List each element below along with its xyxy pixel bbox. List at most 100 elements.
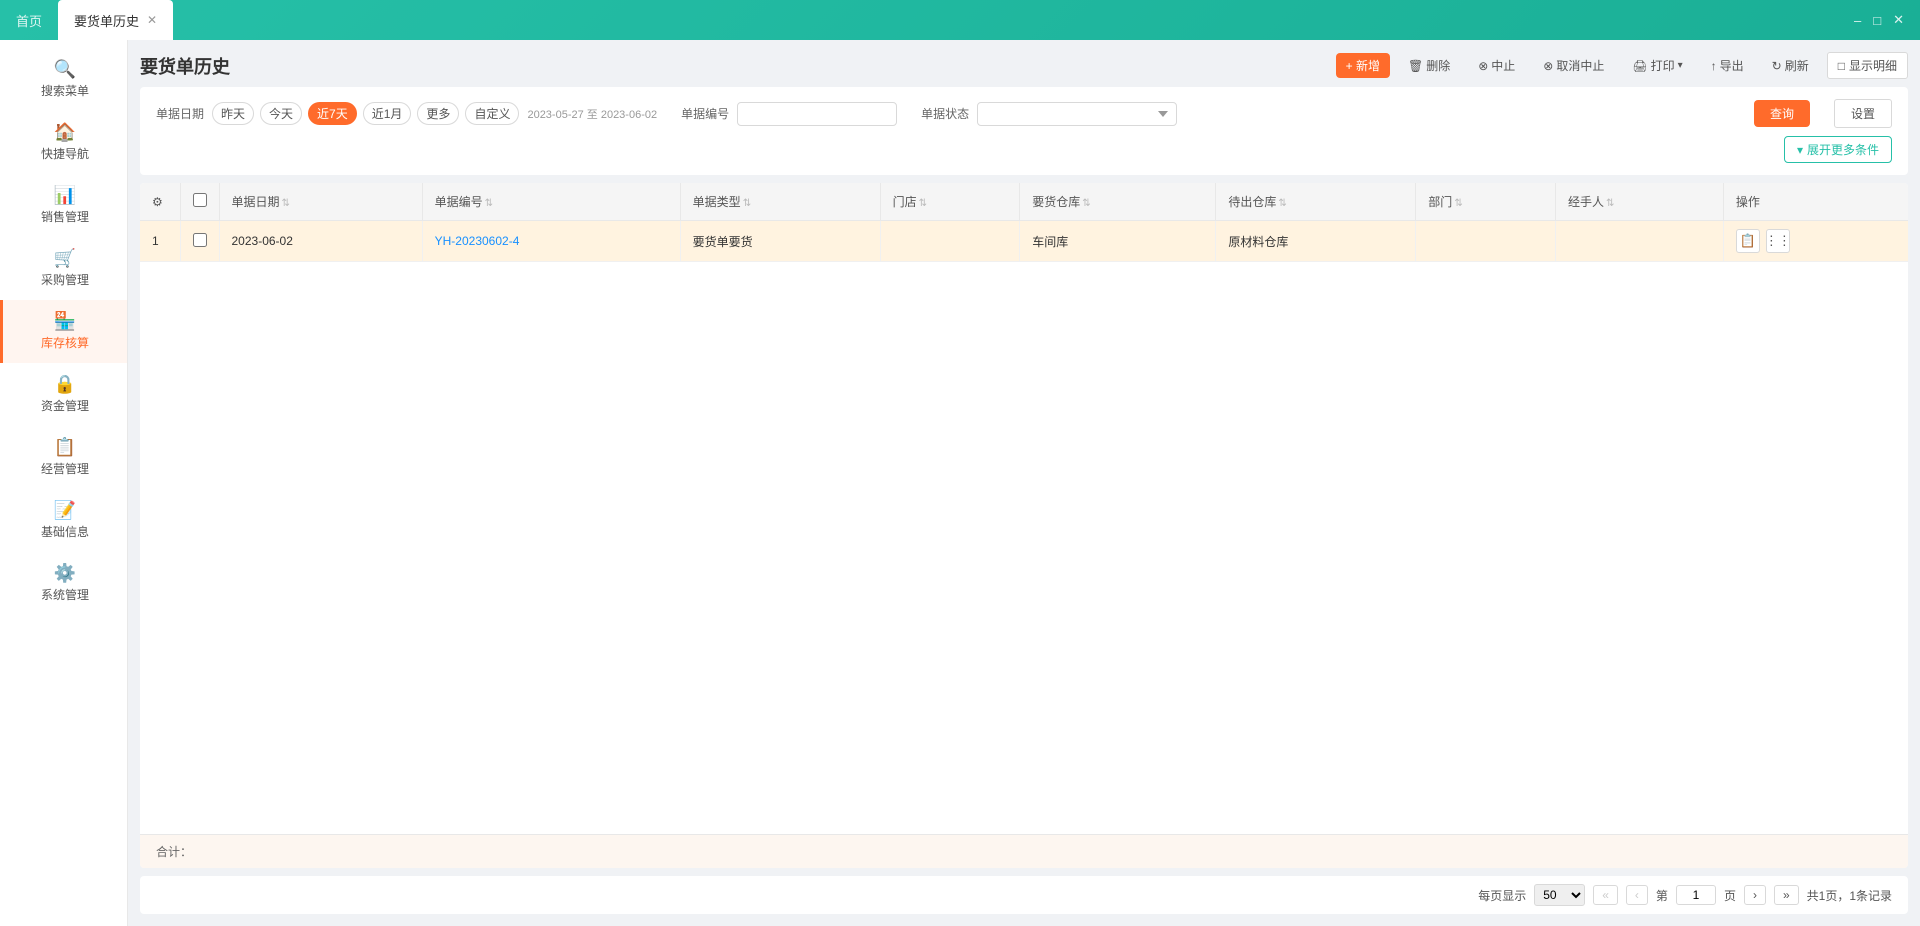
date-btn-custom[interactable]: 自定义 — [465, 102, 519, 125]
stop-button[interactable]: ⊗ 中止 — [1468, 53, 1525, 78]
row-checkbox-cell — [180, 221, 219, 262]
expand-icon: ▾ — [1797, 143, 1803, 157]
tab-home[interactable]: 首页 — [0, 0, 58, 40]
inventory-icon: 🏪 — [54, 312, 76, 330]
table-header: ⚙ 单据日期⇅ 单据编号⇅ 单据类型⇅ — [140, 183, 1908, 221]
new-button[interactable]: + 新增 — [1336, 53, 1390, 78]
display-detail-checkbox-icon: □ — [1838, 59, 1845, 73]
th-doc-date[interactable]: 单据日期⇅ — [219, 183, 422, 221]
row-checkbox[interactable] — [193, 233, 207, 247]
top-bar: 首页 要货单历史 ✕ – □ ✕ — [0, 0, 1920, 40]
print-button[interactable]: 🖨 打印 ▾ — [1622, 53, 1692, 78]
th-doc-type[interactable]: 单据类型⇅ — [680, 183, 880, 221]
sidebar-item-quick-nav[interactable]: 🏠 快捷导航 — [0, 111, 127, 174]
date-btn-yesterday[interactable]: 昨天 — [212, 102, 254, 125]
date-btn-more[interactable]: 更多 — [417, 102, 459, 125]
filter-settings-button[interactable]: 设置 — [1834, 99, 1892, 128]
query-button[interactable]: 查询 — [1754, 100, 1810, 127]
search-menu-icon: 🔍 — [54, 60, 76, 78]
filter-settings-label: 设置 — [1851, 105, 1875, 122]
operations-mgmt-icon: 📋 — [54, 438, 76, 456]
date-filter-label: 单据日期 — [156, 105, 204, 122]
basic-info-icon: 📝 — [54, 501, 76, 519]
cancel-stop-button[interactable]: ⊗ 取消中止 — [1533, 53, 1614, 78]
row-doc-type: 要货单要货 — [680, 221, 880, 262]
th-doc-no[interactable]: 单据编号⇅ — [422, 183, 680, 221]
display-detail-button[interactable]: □ 显示明细 — [1827, 52, 1908, 79]
date-filter-group: 单据日期 昨天 今天 近7天 近1月 更多 自定义 2023-05-27 至 2… — [156, 102, 657, 125]
print-dropdown-icon: ▾ — [1678, 60, 1683, 71]
row-num: 1 — [140, 221, 180, 262]
page-label: 第 — [1656, 887, 1668, 904]
filter-row-2: ▾ 展开更多条件 — [156, 136, 1892, 163]
sidebar-item-sales-mgmt[interactable]: 📊 销售管理 — [0, 174, 127, 237]
th-settings[interactable]: ⚙ — [140, 183, 180, 221]
sidebar-item-inventory[interactable]: 🏪 库存核算 — [0, 300, 127, 363]
main-layout: 🔍 搜索菜单 🏠 快捷导航 📊 销售管理 🛒 采购管理 🏪 库存核算 🔒 资金管… — [0, 40, 1920, 926]
th-req-warehouse[interactable]: 要货仓库⇅ — [1020, 183, 1216, 221]
page-input[interactable] — [1676, 885, 1716, 905]
expand-more-btn[interactable]: ▾ 展开更多条件 — [1784, 136, 1892, 163]
tab-requisition-history[interactable]: 要货单历史 ✕ — [58, 0, 173, 40]
toolbar: + 新增 🗑 删除 ⊗ 中止 ⊗ 取消中止 🖨 打印 ▾ — [1336, 52, 1908, 79]
th-store[interactable]: 门店⇅ — [880, 183, 1020, 221]
display-detail-label: 显示明细 — [1849, 57, 1897, 74]
th-pending-warehouse[interactable]: 待出仓库⇅ — [1216, 183, 1416, 221]
tab-home-label: 首页 — [16, 11, 42, 30]
close-btn[interactable]: ✕ — [1893, 12, 1904, 28]
export-icon: ↑ — [1711, 59, 1717, 73]
th-department[interactable]: 部门⇅ — [1416, 183, 1556, 221]
per-page-label: 每页显示 — [1478, 887, 1526, 904]
row-actions-cell: 📋 ⋮⋮ — [1723, 221, 1908, 262]
total-label: 合计： — [156, 843, 192, 860]
sidebar-item-operations-mgmt[interactable]: 📋 经营管理 — [0, 426, 127, 489]
export-button[interactable]: ↑ 导出 — [1701, 53, 1754, 78]
doc-no-filter-group: 单据编号 — [681, 102, 897, 126]
row-req-warehouse: 车间库 — [1020, 221, 1216, 262]
next-page-btn[interactable]: › — [1744, 885, 1766, 905]
prev-page-btn[interactable]: ‹ — [1626, 885, 1648, 905]
expand-label: 展开更多条件 — [1807, 141, 1879, 158]
page-title: 要货单历史 — [140, 53, 230, 79]
delete-button[interactable]: 🗑 删除 — [1398, 53, 1460, 78]
date-btn-7days[interactable]: 近7天 — [308, 102, 357, 125]
table-row: 1 2023-06-02 YH-20230602-4 要货单要货 车间库 原材料… — [140, 221, 1908, 262]
doc-no-input[interactable] — [737, 102, 897, 126]
th-handler[interactable]: 经手人⇅ — [1555, 183, 1723, 221]
doc-status-select[interactable] — [977, 102, 1177, 126]
sidebar-item-basic-info[interactable]: 📝 基础信息 — [0, 489, 127, 552]
sidebar-item-sales-mgmt-label: 销售管理 — [41, 208, 89, 225]
filter-row-1: 单据日期 昨天 今天 近7天 近1月 更多 自定义 2023-05-27 至 2… — [156, 99, 1892, 128]
maximize-btn[interactable]: □ — [1873, 13, 1881, 28]
stop-icon: ⊗ — [1478, 59, 1488, 73]
table-footer-total: 合计： — [140, 834, 1908, 868]
tab-requisition-history-label: 要货单历史 — [74, 11, 139, 30]
sidebar-item-system-mgmt[interactable]: ⚙️ 系统管理 — [0, 552, 127, 615]
sidebar-item-finance-mgmt-label: 资金管理 — [41, 397, 89, 414]
doc-no-link[interactable]: YH-20230602-4 — [435, 234, 520, 248]
table-body: 1 2023-06-02 YH-20230602-4 要货单要货 车间库 原材料… — [140, 221, 1908, 262]
per-page-select[interactable]: 50 20 100 — [1534, 884, 1585, 906]
date-btn-today[interactable]: 今天 — [260, 102, 302, 125]
purchase-mgmt-icon: 🛒 — [54, 249, 76, 267]
row-delete-btn[interactable]: ⋮⋮ — [1766, 229, 1790, 253]
quick-nav-icon: 🏠 — [54, 123, 76, 141]
row-doc-no: YH-20230602-4 — [422, 221, 680, 262]
sales-mgmt-icon: 📊 — [54, 186, 76, 204]
select-all-checkbox[interactable] — [193, 193, 207, 207]
sidebar-item-purchase-mgmt[interactable]: 🛒 采购管理 — [0, 237, 127, 300]
minimize-btn[interactable]: – — [1854, 13, 1861, 28]
print-button-label: 打印 — [1651, 57, 1675, 74]
refresh-button[interactable]: ↻ 刷新 — [1762, 53, 1819, 78]
first-page-btn[interactable]: « — [1593, 885, 1618, 905]
row-edit-btn[interactable]: 📋 — [1736, 229, 1760, 253]
date-btn-1month[interactable]: 近1月 — [363, 102, 412, 125]
pagination-bar: 每页显示 50 20 100 « ‹ 第 页 › » 共1页，1条记录 — [140, 876, 1908, 914]
query-button-label: 查询 — [1770, 105, 1794, 122]
sidebar-item-finance-mgmt[interactable]: 🔒 资金管理 — [0, 363, 127, 426]
sidebar-item-search-menu[interactable]: 🔍 搜索菜单 — [0, 48, 127, 111]
date-quick-buttons: 昨天 今天 近7天 近1月 更多 自定义 — [212, 102, 519, 125]
last-page-btn[interactable]: » — [1774, 885, 1799, 905]
sidebar: 🔍 搜索菜单 🏠 快捷导航 📊 销售管理 🛒 采购管理 🏪 库存核算 🔒 资金管… — [0, 40, 128, 926]
tab-close-icon[interactable]: ✕ — [147, 13, 157, 27]
